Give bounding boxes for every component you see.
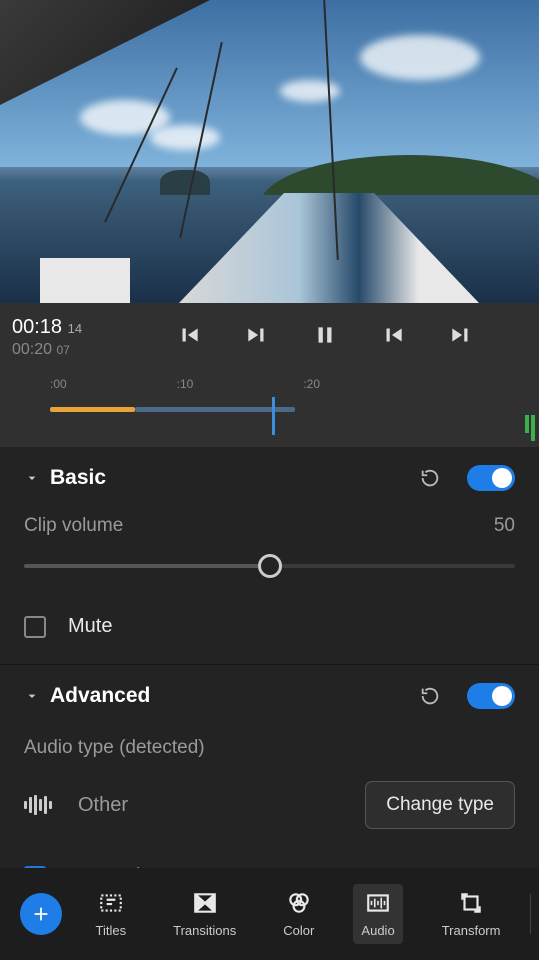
plus-icon	[30, 903, 52, 925]
reset-icon[interactable]	[419, 685, 441, 707]
timecode-current-frames: 14	[68, 321, 82, 336]
clip-volume-row: Clip volume 50	[0, 505, 539, 547]
reset-icon[interactable]	[419, 467, 441, 489]
inspector-panels: Basic Clip volume 50 Mute Advanced Audio…	[0, 447, 539, 868]
timeline[interactable]: :00 :10 :20	[0, 371, 539, 447]
mute-row: Mute	[0, 599, 539, 664]
transitions-icon	[192, 890, 218, 916]
basic-title: Basic	[50, 466, 409, 490]
tab-separator	[530, 894, 531, 934]
titles-icon	[98, 890, 124, 916]
pause-button[interactable]	[312, 322, 338, 353]
advanced-toggle[interactable]	[467, 683, 515, 709]
timecode-current: 00:18	[12, 316, 62, 338]
chevron-down-icon	[24, 470, 40, 486]
clip-volume-value: 50	[494, 515, 515, 537]
clip-segment-1[interactable]	[50, 407, 135, 412]
app-root: 00:18 14 00:20 07 :00 :10 :20 Basic	[0, 0, 539, 960]
auto-volume-checkbox[interactable]	[24, 866, 46, 869]
timecode-total-frames: 07	[57, 343, 70, 357]
clip-segment-2[interactable]	[135, 407, 295, 412]
change-type-button[interactable]: Change type	[365, 781, 515, 829]
slider-thumb[interactable]	[258, 554, 282, 578]
tick-label: :20	[303, 377, 320, 391]
tab-audio[interactable]: Audio	[353, 884, 402, 944]
tick-label: :10	[177, 377, 194, 391]
playback-controls	[122, 322, 527, 353]
step-back-button[interactable]	[244, 322, 270, 353]
clip-volume-slider[interactable]	[24, 551, 515, 581]
tab-label: Titles	[96, 923, 127, 938]
audio-level-indicator	[525, 415, 535, 441]
mute-label: Mute	[68, 615, 112, 638]
audio-type-label-row: Audio type (detected)	[0, 723, 539, 777]
advanced-title: Advanced	[50, 684, 409, 708]
playhead[interactable]	[272, 397, 275, 435]
basic-toggle[interactable]	[467, 465, 515, 491]
auto-volume-row: Auto volume	[0, 849, 539, 868]
tab-label: Audio	[361, 923, 394, 938]
audio-type-label: Audio type (detected)	[24, 737, 515, 759]
tab-label: Color	[283, 923, 314, 938]
waveform-icon	[24, 795, 52, 815]
timeline-ticks: :00 :10 :20	[50, 377, 320, 391]
basic-section-header[interactable]: Basic	[0, 447, 539, 505]
tab-color[interactable]: Color	[275, 884, 322, 944]
tab-label: Transform	[442, 923, 501, 938]
tab-label: Transitions	[173, 923, 236, 938]
transport-bar: 00:18 14 00:20 07	[0, 303, 539, 371]
tab-transitions[interactable]: Transitions	[165, 884, 244, 944]
chevron-down-icon	[24, 688, 40, 704]
auto-volume-label: Auto volume	[68, 865, 179, 868]
bottom-tab-bar: Titles Transitions Color Audio Transform	[0, 868, 539, 960]
mute-checkbox[interactable]	[24, 616, 46, 638]
audio-icon	[365, 890, 391, 916]
timeline-track[interactable]	[50, 407, 489, 413]
advanced-section-header[interactable]: Advanced	[0, 665, 539, 723]
add-button[interactable]	[20, 893, 62, 935]
color-icon	[286, 890, 312, 916]
timecode-total: 00:20	[12, 341, 52, 358]
tick-label: :00	[50, 377, 67, 391]
transform-icon	[458, 890, 484, 916]
skip-forward-button[interactable]	[448, 322, 474, 353]
timecode: 00:18 14 00:20 07	[12, 314, 122, 361]
tab-titles[interactable]: Titles	[88, 884, 135, 944]
step-forward-button[interactable]	[380, 322, 406, 353]
tab-transform[interactable]: Transform	[434, 884, 509, 944]
audio-type-row: Other Change type	[0, 777, 539, 849]
clip-volume-label: Clip volume	[24, 515, 480, 537]
skip-back-button[interactable]	[176, 322, 202, 353]
audio-type-value: Other	[78, 794, 351, 817]
video-preview[interactable]	[0, 0, 539, 303]
tab-list: Titles Transitions Color Audio Transform	[72, 884, 524, 944]
